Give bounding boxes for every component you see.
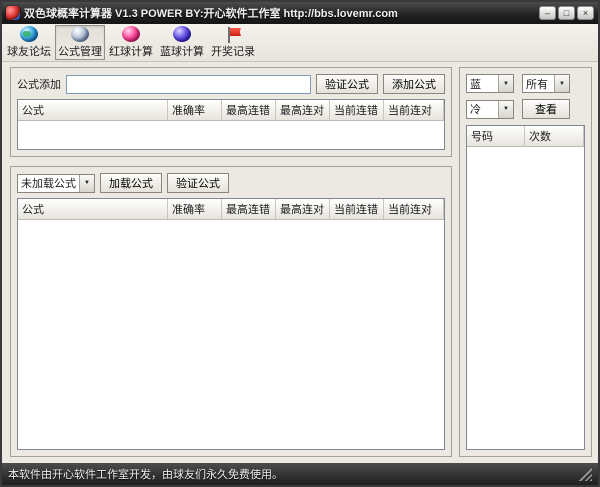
toolbar-item-draw-records[interactable]: 开奖记录 xyxy=(208,25,258,60)
column-header-cur-wrong[interactable]: 当前连错 xyxy=(330,199,384,219)
column-header-formula[interactable]: 公式 xyxy=(18,199,168,219)
resize-grip[interactable] xyxy=(579,467,592,481)
maximize-button[interactable]: □ xyxy=(558,6,575,20)
scope-select-value: 所有 xyxy=(526,78,548,91)
column-header-max-wrong[interactable]: 最高连错 xyxy=(222,199,276,219)
stats-filter-row-2: 冷 ▼ 查看 xyxy=(466,99,585,119)
formula-input[interactable] xyxy=(66,74,311,94)
column-header-cur-right[interactable]: 当前连对 xyxy=(384,199,444,219)
left-column: 公式添加 验证公式 添加公式 公式 准确率 最高连错 最高连对 当前连错 当前连… xyxy=(10,67,452,457)
formula-add-row: 公式添加 验证公式 添加公式 xyxy=(17,74,445,94)
window-title: 双色球概率计算器 V1.3 POWER BY:开心软件工作室 http://bb… xyxy=(24,8,398,20)
hot-cold-select-value: 冷 xyxy=(470,104,481,116)
toolbar-item-blue-ball-calc[interactable]: 蓝球计算 xyxy=(157,25,207,60)
toolbar-item-label: 球友论坛 xyxy=(7,46,51,58)
number-stats-body xyxy=(467,147,584,449)
stats-filter-row-1: 蓝 ▼ 所有 ▼ xyxy=(466,74,585,93)
view-button[interactable]: 查看 xyxy=(522,99,570,119)
ball-type-select-value: 蓝 xyxy=(470,78,481,91)
toolbar-item-label: 蓝球计算 xyxy=(160,46,204,58)
ball-type-select[interactable]: 蓝 ▼ xyxy=(466,74,514,93)
chevron-down-icon: ▼ xyxy=(79,174,94,192)
formula-add-label: 公式添加 xyxy=(17,79,61,91)
column-header-max-right[interactable]: 最高连对 xyxy=(276,100,330,120)
loaded-formula-table-body xyxy=(18,220,444,449)
toolbar: 球友论坛 公式管理 红球计算 蓝球计算 开奖记录 xyxy=(2,24,598,62)
toolbar-item-label: 开奖记录 xyxy=(211,46,255,58)
formula-table-body xyxy=(18,121,444,149)
titlebar[interactable]: 双色球概率计算器 V1.3 POWER BY:开心软件工作室 http://bb… xyxy=(2,2,598,24)
verify-formula-button[interactable]: 验证公式 xyxy=(316,74,378,94)
formula-file-select[interactable]: 未加载公式 ▼ xyxy=(17,173,95,193)
formula-load-group: 未加载公式 ▼ 加载公式 验证公式 公式 准确率 最高连错 最高连对 当前连错 … xyxy=(10,166,452,457)
statusbar: 本软件由开心软件工作室开发，由球友们永久免费使用。 xyxy=(2,463,598,485)
window-controls: – □ × xyxy=(539,6,594,20)
hot-cold-select[interactable]: 冷 ▼ xyxy=(466,99,514,119)
toolbar-item-label: 红球计算 xyxy=(109,46,153,58)
column-header-accuracy[interactable]: 准确率 xyxy=(168,199,222,219)
red-ball-icon xyxy=(122,26,140,42)
toolbar-item-formula-manage[interactable]: 公式管理 xyxy=(55,25,105,60)
app-icon xyxy=(6,6,20,20)
blue-ball-icon xyxy=(173,26,191,42)
formula-manage-icon xyxy=(71,26,89,42)
formula-add-group: 公式添加 验证公式 添加公式 公式 准确率 最高连错 最高连对 当前连错 当前连… xyxy=(10,67,452,157)
chevron-down-icon: ▼ xyxy=(498,75,513,92)
globe-icon xyxy=(20,26,38,42)
status-text: 本软件由开心软件工作室开发，由球友们永久免费使用。 xyxy=(8,469,283,481)
column-header-cur-wrong[interactable]: 当前连错 xyxy=(330,100,384,120)
column-header-accuracy[interactable]: 准确率 xyxy=(168,100,222,120)
close-button[interactable]: × xyxy=(577,6,594,20)
number-stats-header: 号码 次数 xyxy=(467,126,584,147)
column-header-formula[interactable]: 公式 xyxy=(18,100,168,120)
flag-icon xyxy=(224,26,242,43)
chevron-down-icon: ▼ xyxy=(498,100,513,118)
chevron-down-icon: ▼ xyxy=(554,75,569,92)
loaded-formula-list: 公式 准确率 最高连错 最高连对 当前连错 当前连对 xyxy=(17,198,445,450)
main-content: 公式添加 验证公式 添加公式 公式 准确率 最高连错 最高连对 当前连错 当前连… xyxy=(2,62,598,463)
formula-file-select-value: 未加载公式 xyxy=(21,178,76,190)
load-formula-button[interactable]: 加载公式 xyxy=(100,173,162,193)
column-header-max-wrong[interactable]: 最高连错 xyxy=(222,100,276,120)
stats-panel: 蓝 ▼ 所有 ▼ 冷 ▼ 查看 号码 次数 xyxy=(459,67,592,457)
formula-table-header: 公式 准确率 最高连错 最高连对 当前连错 当前连对 xyxy=(18,100,444,121)
scope-select[interactable]: 所有 ▼ xyxy=(522,74,570,93)
minimize-button[interactable]: – xyxy=(539,6,556,20)
toolbar-item-label: 公式管理 xyxy=(58,46,102,58)
app-window: 双色球概率计算器 V1.3 POWER BY:开心软件工作室 http://bb… xyxy=(0,0,600,487)
column-header-cur-right[interactable]: 当前连对 xyxy=(384,100,444,120)
formula-add-list: 公式 准确率 最高连错 最高连对 当前连错 当前连对 xyxy=(17,99,445,150)
column-header-max-right[interactable]: 最高连对 xyxy=(276,199,330,219)
number-stats-list: 号码 次数 xyxy=(466,125,585,450)
loaded-formula-table-header: 公式 准确率 最高连错 最高连对 当前连错 当前连对 xyxy=(18,199,444,220)
column-header-count[interactable]: 次数 xyxy=(525,126,584,146)
toolbar-item-forum[interactable]: 球友论坛 xyxy=(4,25,54,60)
formula-load-row: 未加载公式 ▼ 加载公式 验证公式 xyxy=(17,173,445,193)
add-formula-button[interactable]: 添加公式 xyxy=(383,74,445,94)
toolbar-item-red-ball-calc[interactable]: 红球计算 xyxy=(106,25,156,60)
verify-loaded-formula-button[interactable]: 验证公式 xyxy=(167,173,229,193)
column-header-number[interactable]: 号码 xyxy=(467,126,525,146)
